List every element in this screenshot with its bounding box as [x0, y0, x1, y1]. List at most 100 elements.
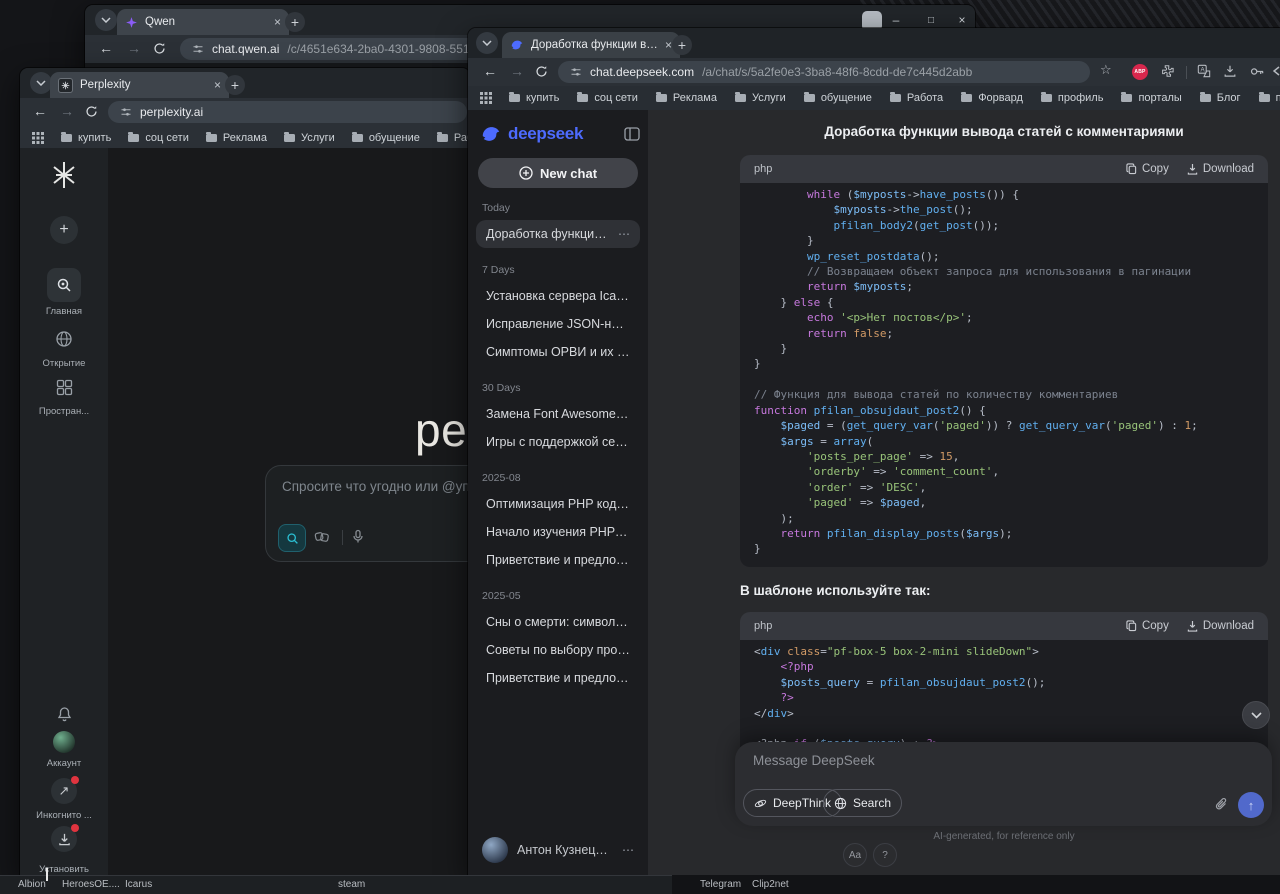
- perplexity-logo-icon[interactable]: [47, 158, 81, 192]
- back-icon[interactable]: ←: [97, 40, 115, 56]
- bookmark-item[interactable]: Услуги: [283, 132, 335, 144]
- new-tab-button[interactable]: +: [225, 75, 245, 95]
- chat-history-item[interactable]: Оптимизация PHP кода для про...: [480, 490, 636, 518]
- bookmark-item[interactable]: обущение: [351, 132, 420, 144]
- profile-row[interactable]: Антон Кузнецов (pfilan) ⋯: [468, 825, 648, 875]
- chat-history-item[interactable]: Советы по выбору профессии и...: [480, 636, 636, 664]
- bookmark-star-icon[interactable]: ☆: [1100, 63, 1112, 78]
- tab-close-icon[interactable]: ×: [274, 15, 281, 29]
- tab-search-chevron-button[interactable]: [95, 9, 117, 31]
- tab-close-icon[interactable]: ×: [214, 78, 221, 92]
- download-code-button[interactable]: Download: [1187, 620, 1254, 632]
- reload-icon[interactable]: [85, 105, 103, 118]
- extensions-puzzle-icon[interactable]: [1160, 64, 1174, 78]
- bookmark-item[interactable]: Услуги: [734, 92, 786, 104]
- chat-history-item[interactable]: Приветствие и предложение по...: [480, 664, 636, 692]
- bookmark-item[interactable]: Форвард: [961, 92, 1023, 104]
- incognito-button[interactable]: ↗: [51, 776, 79, 804]
- profile-menu-icon[interactable]: ⋯: [622, 843, 634, 857]
- sidebar-item-discover[interactable]: Открытие: [20, 358, 108, 369]
- chat-history-item[interactable]: Начало изучения PHP для веб-р...: [480, 518, 636, 546]
- account-avatar[interactable]: [53, 731, 75, 753]
- tab-search-chevron-button[interactable]: [476, 32, 498, 54]
- taskbar-item[interactable]: Icarus: [125, 879, 152, 890]
- bookmark-item[interactable]: проекты: [1258, 92, 1280, 104]
- chat-history-item[interactable]: Замена Font Awesome в CSS: [480, 400, 636, 428]
- taskbar-item[interactable]: Telegram: [700, 879, 741, 890]
- overflow-chevron-icon[interactable]: [1273, 66, 1280, 76]
- sidebar-item-install[interactable]: Установить: [20, 864, 108, 875]
- search-button[interactable]: Search: [823, 789, 903, 817]
- discover-nav-icon[interactable]: [53, 328, 75, 350]
- collapse-sidebar-icon[interactable]: [624, 127, 640, 141]
- bookmark-item[interactable]: купить: [61, 132, 111, 144]
- taskbar-item[interactable]: Albion: [18, 879, 46, 890]
- attach-paperclip-icon[interactable]: [1215, 797, 1228, 812]
- ask-input[interactable]: [280, 478, 470, 495]
- translate-icon[interactable]: A: [1197, 64, 1211, 78]
- bookmark-item[interactable]: порталы: [1121, 92, 1182, 104]
- perplexity-tab[interactable]: Perplexity ×: [50, 72, 229, 98]
- copy-code-button[interactable]: Copy: [1126, 163, 1169, 175]
- language-toggle-button[interactable]: Aa: [843, 843, 867, 867]
- qwen-tab[interactable]: Qwen ×: [117, 9, 289, 35]
- reload-icon[interactable]: [153, 42, 171, 55]
- tab-search-chevron-button[interactable]: [30, 72, 52, 94]
- taskbar-item[interactable]: HeroesOE....: [62, 879, 120, 890]
- bookmark-item[interactable]: соц сети: [577, 92, 638, 104]
- message-input[interactable]: [751, 752, 1235, 769]
- deepseek-tab[interactable]: Доработка функции вывода с ×: [502, 32, 680, 58]
- password-key-icon[interactable]: [1249, 64, 1264, 79]
- notifications-bell-icon[interactable]: [53, 703, 75, 725]
- back-icon[interactable]: ←: [481, 63, 499, 79]
- bookmark-item[interactable]: Реклама: [655, 92, 717, 104]
- bookmark-item[interactable]: Работа: [889, 92, 943, 104]
- adblock-extension-icon[interactable]: ABP: [1132, 64, 1148, 80]
- new-chat-button[interactable]: New chat: [478, 158, 638, 188]
- chat-history-item[interactable]: Установка сервера Icarus на Ubu...: [480, 282, 636, 310]
- forward-icon[interactable]: →: [508, 63, 526, 79]
- address-bar[interactable]: chat.deepseek.com/a/chat/s/5a2fe0e3-3ba8…: [558, 61, 1090, 83]
- bookmark-item[interactable]: обущение: [803, 92, 872, 104]
- bookmark-item[interactable]: Реклама: [205, 132, 267, 144]
- spaces-nav-icon[interactable]: [53, 376, 75, 398]
- taskbar-item[interactable]: Clip2net: [752, 879, 789, 890]
- bookmark-item[interactable]: соц сети: [128, 132, 189, 144]
- sidebar-item-account[interactable]: Аккаунт: [20, 758, 108, 769]
- help-button[interactable]: ?: [873, 843, 897, 867]
- chat-item-menu-icon[interactable]: ⋯: [618, 220, 630, 248]
- copy-code-button[interactable]: Copy: [1126, 620, 1169, 632]
- forward-icon[interactable]: →: [58, 103, 76, 119]
- bookmark-item[interactable]: профиль: [1040, 92, 1103, 104]
- downloads-icon[interactable]: [1223, 64, 1237, 78]
- install-button[interactable]: [51, 824, 79, 852]
- new-tab-button[interactable]: +: [672, 35, 692, 55]
- apps-grid-icon[interactable]: [32, 132, 44, 144]
- bookmark-item[interactable]: купить: [509, 92, 559, 104]
- download-code-button[interactable]: Download: [1187, 163, 1254, 175]
- bookmark-item[interactable]: Работа: [436, 132, 470, 144]
- site-settings-icon[interactable]: [192, 43, 204, 55]
- search-mode-button[interactable]: [278, 524, 306, 552]
- model-select-icon[interactable]: [314, 529, 330, 545]
- back-icon[interactable]: ←: [31, 103, 49, 119]
- home-nav-icon[interactable]: [47, 268, 81, 302]
- forward-icon[interactable]: →: [125, 40, 143, 56]
- new-thread-button[interactable]: +: [50, 216, 78, 244]
- sidebar-item-spaces[interactable]: Простран...: [20, 406, 108, 417]
- chat-history-item-active[interactable]: Доработка функции вывода с ⋯: [476, 220, 640, 248]
- apps-grid-icon[interactable]: [480, 92, 492, 104]
- tab-close-icon[interactable]: ×: [665, 38, 672, 52]
- site-settings-icon[interactable]: [120, 106, 132, 118]
- new-tab-button[interactable]: +: [285, 12, 305, 32]
- chat-history-item[interactable]: Исправление JSON-настроек VS...: [480, 310, 636, 338]
- sidebar-item-home[interactable]: Главная: [20, 306, 108, 317]
- voice-icon[interactable]: [351, 529, 365, 544]
- chat-history-item[interactable]: Игры с поддержкой серверов: [480, 428, 636, 456]
- bookmark-item[interactable]: Блог: [1199, 92, 1241, 104]
- site-settings-icon[interactable]: [570, 66, 582, 78]
- sidebar-item-incognito[interactable]: Инкогнито ...: [20, 810, 108, 821]
- scroll-to-bottom-button[interactable]: [1242, 701, 1270, 729]
- address-bar[interactable]: perplexity.ai: [108, 101, 467, 123]
- reload-icon[interactable]: [535, 65, 553, 78]
